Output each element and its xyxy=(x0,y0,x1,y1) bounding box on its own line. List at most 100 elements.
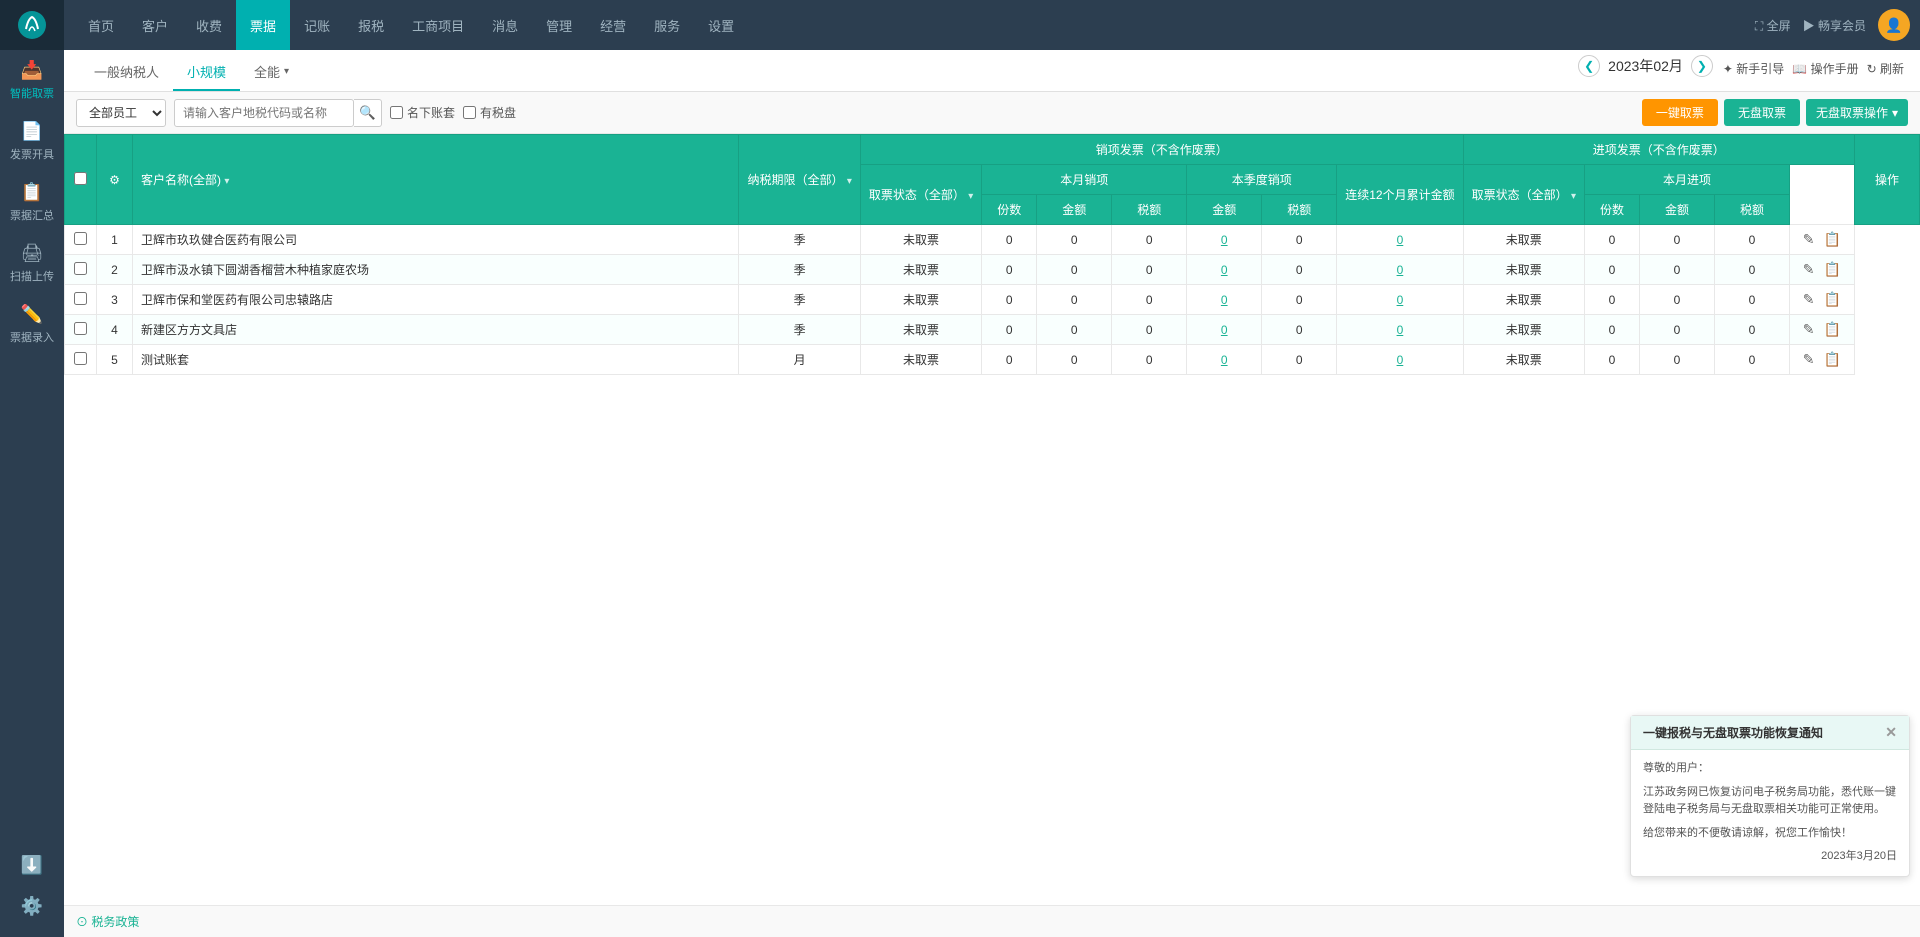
row-checkbox[interactable] xyxy=(74,352,87,365)
row-p-month-tax: 0 xyxy=(1715,225,1790,255)
filter-icon3[interactable]: ▾ xyxy=(968,191,973,202)
row-p-fetch-status: 未取票 xyxy=(1463,285,1584,315)
th-p-month-tax: 税额 xyxy=(1715,195,1790,225)
edit-icon[interactable]: ✎ xyxy=(1803,351,1815,367)
detail-icon[interactable]: 📋 xyxy=(1824,261,1841,277)
row-action: ✎ 📋 xyxy=(1790,345,1855,375)
sidebar-item-invoice-summary[interactable]: 📋 票据汇总 xyxy=(0,172,64,233)
refresh-btn[interactable]: ↻ 刷新 xyxy=(1867,60,1904,77)
no-disk-operations-btn[interactable]: 无盘取票操作 ▾ xyxy=(1806,99,1908,126)
nav-management[interactable]: 管理 xyxy=(532,0,586,50)
detail-icon[interactable]: 📋 xyxy=(1824,291,1841,307)
sidebar-item-invoice-entry[interactable]: ✏️ 票据录入 xyxy=(0,294,64,355)
select-all-checkbox[interactable] xyxy=(74,172,87,185)
row-p-month-copies: 0 xyxy=(1585,255,1640,285)
user-avatar[interactable]: 👤 xyxy=(1878,9,1910,41)
smart-fetch-icon: 📥 xyxy=(21,60,43,81)
edit-icon[interactable]: ✎ xyxy=(1803,261,1815,277)
vip-btn[interactable]: ▶ 畅享会员 xyxy=(1803,17,1866,34)
sidebar-item-scan-upload[interactable]: 🖨 扫描上传 xyxy=(0,233,64,294)
settings-icon[interactable]: ⚙ xyxy=(109,173,120,187)
detail-icon[interactable]: 📋 xyxy=(1824,351,1841,367)
detail-icon[interactable]: 📋 xyxy=(1824,231,1841,247)
bottom-bar[interactable]: ⊙ 税务政策 xyxy=(64,905,1920,937)
row-p-month-amount: 0 xyxy=(1640,345,1715,375)
row-s-cumulative: 0 xyxy=(1337,285,1463,315)
tax-policy-link[interactable]: ⊙ 税务政策 xyxy=(76,913,139,930)
nav-invoice[interactable]: 票据 xyxy=(236,0,290,50)
notification-body: 尊敬的用户： 江苏政务网已恢复访问电子税务局功能，悉代账一键登陆电子税务局与无盘… xyxy=(1631,750,1909,876)
tax-plate-checkbox[interactable] xyxy=(463,106,476,119)
nav-billing[interactable]: 收费 xyxy=(182,0,236,50)
prev-month-btn[interactable]: ❮ xyxy=(1578,55,1600,77)
nav-service[interactable]: 服务 xyxy=(640,0,694,50)
tax-plate-checkbox-label[interactable]: 有税盘 xyxy=(463,104,516,121)
tab-small[interactable]: 小规模 xyxy=(173,54,240,91)
tab-all[interactable]: 全能 ▾ xyxy=(240,54,303,91)
notification-header: 一键报税与无盘取票功能恢复通知 ✕ xyxy=(1631,716,1909,750)
manual-btn[interactable]: 📖 操作手册 xyxy=(1792,60,1858,77)
nav-customer[interactable]: 客户 xyxy=(128,0,182,50)
sidebar-item-issue-invoice[interactable]: 📄 发票开具 xyxy=(0,111,64,172)
filter-icon2[interactable]: ▾ xyxy=(847,176,852,187)
detail-icon[interactable]: 📋 xyxy=(1824,321,1841,337)
sidebar-bottom: ⬇️ ⚙️ xyxy=(0,845,64,937)
th-s-quarter-tax: 税额 xyxy=(1262,195,1337,225)
search-button[interactable]: 🔍 xyxy=(354,99,382,127)
th-monthly-sales: 本月销项 xyxy=(982,165,1187,195)
toolbar: 全部员工 🔍 名下账套 有税盘 一键取票 无盘取票 无盘取票操作 ▾ xyxy=(64,92,1920,134)
row-customer-name: 卫辉市汲水镇下圆湖香榴营木种植家庭农场 xyxy=(133,255,739,285)
row-s-quarter-amount: 0 xyxy=(1187,285,1262,315)
filter-icon[interactable]: ▾ xyxy=(224,176,229,187)
sub-account-checkbox-label[interactable]: 名下账套 xyxy=(390,104,455,121)
sidebar-item-smart-fetch[interactable]: 📥 智能取票 xyxy=(0,50,64,111)
nav-settings[interactable]: 设置 xyxy=(694,0,748,50)
filter-icon4[interactable]: ▾ xyxy=(1571,191,1576,202)
notification-close-btn[interactable]: ✕ xyxy=(1885,724,1897,741)
th-action: 操作 xyxy=(1855,135,1920,225)
one-click-fetch-btn[interactable]: 一键取票 xyxy=(1642,99,1718,126)
row-sales-fetch-status: 未取票 xyxy=(860,285,981,315)
date-navigator: ❮ 2023年02月 ❯ xyxy=(1578,55,1713,83)
next-month-btn[interactable]: ❯ xyxy=(1691,55,1713,77)
row-s-cumulative: 0 xyxy=(1337,345,1463,375)
nav-bookkeeping[interactable]: 记账 xyxy=(290,0,344,50)
row-p-month-tax: 0 xyxy=(1715,285,1790,315)
row-p-month-amount: 0 xyxy=(1640,315,1715,345)
nav-business[interactable]: 工商项目 xyxy=(398,0,478,50)
th-s-month-amount: 金额 xyxy=(1037,195,1112,225)
new-guide-btn[interactable]: ✦ 新手引导 xyxy=(1723,60,1784,77)
employee-filter-select[interactable]: 全部员工 xyxy=(76,99,166,127)
nav-tax[interactable]: 报税 xyxy=(344,0,398,50)
fullscreen-btn[interactable]: ⛶ 全屏 xyxy=(1755,17,1791,34)
sidebar-item-settings[interactable]: ⚙️ xyxy=(0,886,64,927)
nav-operations[interactable]: 经营 xyxy=(586,0,640,50)
tab-general[interactable]: 一般纳税人 xyxy=(80,54,173,91)
sidebar-item-download[interactable]: ⬇️ xyxy=(0,845,64,886)
nav-message[interactable]: 消息 xyxy=(478,0,532,50)
row-checkbox[interactable] xyxy=(74,322,87,335)
row-checkbox[interactable] xyxy=(74,262,87,275)
subtabs-row: 一般纳税人 小规模 全能 ▾ ❮ 2023年02月 ❯ ✦ 新手引导 📖 操作手… xyxy=(64,50,1920,92)
no-disk-fetch-btn[interactable]: 无盘取票 xyxy=(1724,99,1800,126)
th-sales-fetch-status: 取票状态（全部） ▾ xyxy=(860,165,981,225)
edit-icon[interactable]: ✎ xyxy=(1803,291,1815,307)
edit-icon[interactable]: ✎ xyxy=(1803,231,1815,247)
sidebar-item-label: 票据录入 xyxy=(10,329,54,345)
nav-home[interactable]: 首页 xyxy=(74,0,128,50)
row-num: 4 xyxy=(97,315,133,345)
invoice-entry-icon: ✏️ xyxy=(21,304,43,325)
edit-icon[interactable]: ✎ xyxy=(1803,321,1815,337)
row-s-quarter-tax: 0 xyxy=(1262,315,1337,345)
row-checkbox[interactable] xyxy=(74,232,87,245)
sub-account-checkbox[interactable] xyxy=(390,106,403,119)
subtabs-left: 一般纳税人 小规模 全能 ▾ xyxy=(80,50,303,91)
app-logo[interactable] xyxy=(0,0,64,50)
row-checkbox-cell xyxy=(65,285,97,315)
row-p-month-copies: 0 xyxy=(1585,225,1640,255)
row-tax-period: 季 xyxy=(739,225,860,255)
th-settings: ⚙ xyxy=(97,135,133,225)
search-input[interactable] xyxy=(174,99,354,127)
sidebar-item-label: 智能取票 xyxy=(10,85,54,101)
row-checkbox[interactable] xyxy=(74,292,87,305)
